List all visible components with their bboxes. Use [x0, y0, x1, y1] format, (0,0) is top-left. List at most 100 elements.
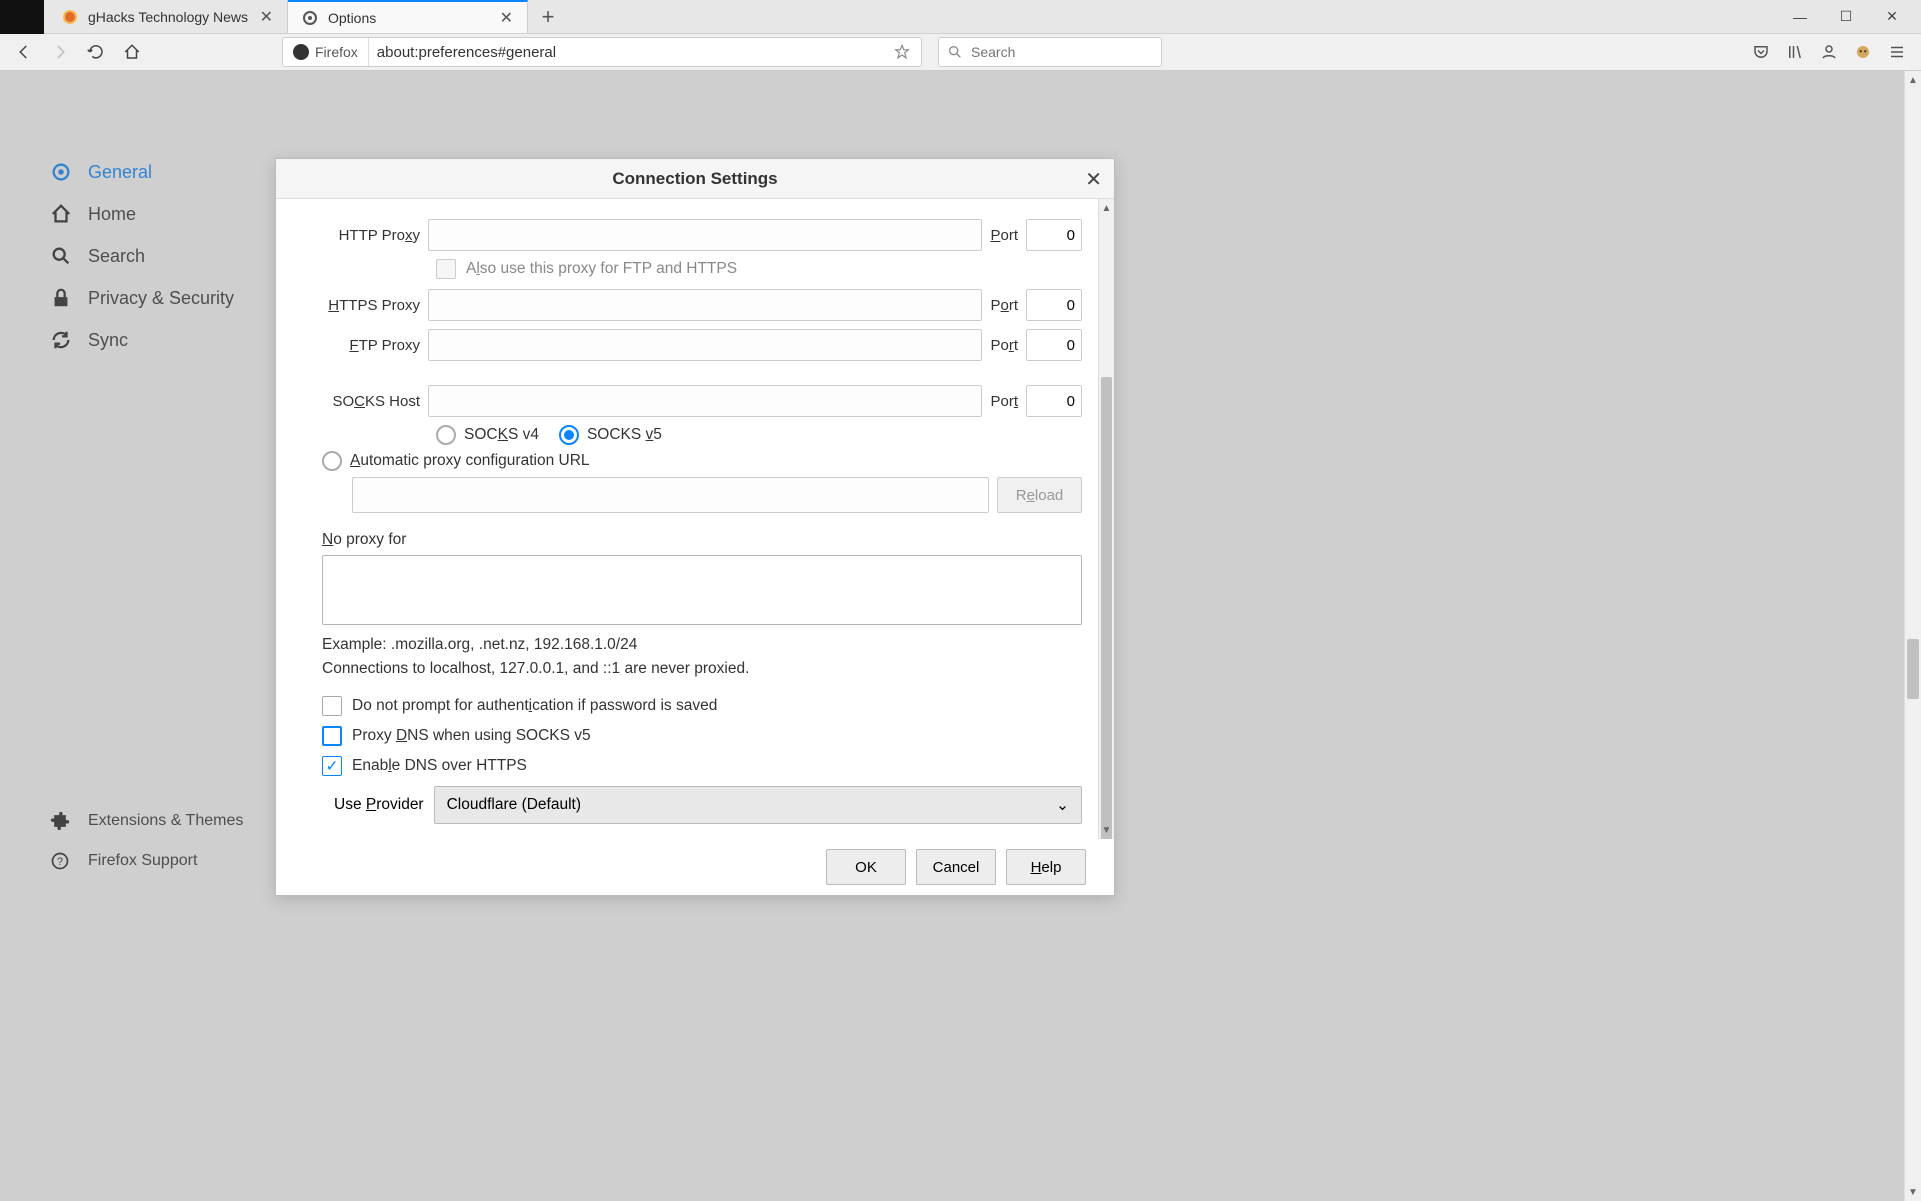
new-tab-button[interactable]: +	[528, 0, 568, 33]
pocket-icon	[1752, 43, 1770, 61]
ok-button[interactable]: OK	[826, 849, 906, 885]
tab-close-icon[interactable]: ✕	[260, 7, 273, 27]
scroll-down-arrow-icon[interactable]: ▼	[1905, 1183, 1921, 1201]
pocket-button[interactable]	[1745, 36, 1777, 68]
no-prompt-auth-checkbox[interactable]	[322, 696, 342, 716]
favicon-icon	[62, 9, 78, 25]
tab-strip-leading-box	[0, 0, 44, 34]
auto-proxy-config-row: Automatic proxy configuration URL	[322, 451, 1082, 471]
search-bar[interactable]	[938, 37, 1162, 67]
help-button[interactable]: Help	[1006, 849, 1086, 885]
extension-button[interactable]	[1847, 36, 1879, 68]
ftp-port-input[interactable]	[1026, 329, 1082, 361]
socks-port-input[interactable]	[1026, 385, 1082, 417]
gear-icon	[302, 10, 318, 26]
account-icon	[1820, 43, 1838, 61]
also-use-proxy-checkbox-row: Also use this proxy for FTP and HTTPS	[436, 259, 1082, 279]
ftp-proxy-row: FTP Proxy Port	[304, 329, 1082, 361]
forward-button[interactable]	[44, 36, 76, 68]
minimize-button[interactable]: —	[1777, 0, 1823, 34]
http-port-label: Port	[982, 227, 1026, 244]
https-port-label: Port	[982, 297, 1026, 314]
scroll-up-arrow-icon[interactable]: ▲	[1905, 71, 1921, 89]
enable-doh-checkbox[interactable]: ✓	[322, 756, 342, 776]
home-icon	[123, 43, 141, 61]
tab-close-icon[interactable]: ✕	[500, 8, 513, 28]
firefox-logo-icon	[293, 44, 309, 60]
socks-host-label: SOCKS Host	[304, 393, 428, 410]
star-icon	[893, 43, 911, 61]
auto-proxy-config-radio[interactable]	[322, 451, 342, 471]
ftp-proxy-input[interactable]	[428, 329, 982, 361]
url-bar[interactable]: Firefox	[282, 37, 922, 67]
enable-doh-row: ✓ Enable DNS over HTTPS	[322, 756, 1082, 776]
scroll-thumb[interactable]	[1101, 377, 1112, 839]
dialog-title: Connection Settings	[612, 169, 777, 189]
proxy-dns-checkbox[interactable]	[322, 726, 342, 746]
socks-v4-radio[interactable]	[436, 425, 456, 445]
auto-proxy-url-input[interactable]	[352, 477, 989, 513]
also-use-proxy-label: Also use this proxy for FTP and HTTPS	[466, 260, 737, 278]
dialog-footer: OK Cancel Help	[276, 839, 1114, 895]
reload-button[interactable]	[80, 36, 112, 68]
library-button[interactable]	[1779, 36, 1811, 68]
tab-ghacks[interactable]: gHacks Technology News ✕	[48, 0, 288, 33]
arrow-right-icon	[51, 43, 69, 61]
auto-proxy-config-label: Automatic proxy configuration URL	[350, 452, 590, 470]
monkey-icon	[1854, 43, 1872, 61]
no-proxy-label: No proxy for	[322, 531, 1082, 549]
page-scrollbar[interactable]: ▲ ▼	[1904, 71, 1921, 1201]
scroll-thumb[interactable]	[1907, 639, 1919, 699]
also-use-proxy-checkbox[interactable]	[436, 259, 456, 279]
provider-select[interactable]: Cloudflare (Default) ⌄	[434, 786, 1082, 824]
tab-options[interactable]: Options ✕	[288, 0, 528, 33]
bookmark-star-button[interactable]	[883, 43, 921, 61]
account-button[interactable]	[1813, 36, 1845, 68]
no-proxy-example: Example: .mozilla.org, .net.nz, 192.168.…	[322, 636, 1082, 654]
url-input[interactable]	[369, 44, 883, 61]
dialog-scrollbar[interactable]: ▲ ▼	[1098, 199, 1114, 839]
close-window-button[interactable]: ✕	[1869, 0, 1915, 34]
tab-bar: gHacks Technology News ✕ Options ✕ +	[0, 0, 1777, 33]
socks-port-label: Port	[982, 393, 1026, 410]
http-proxy-label: HTTP Proxy	[304, 227, 428, 244]
reload-proxy-button[interactable]: Reload	[997, 477, 1082, 513]
https-port-input[interactable]	[1026, 289, 1082, 321]
http-proxy-input[interactable]	[428, 219, 982, 251]
https-proxy-label: HTTPS Proxy	[304, 297, 428, 314]
tab-title: gHacks Technology News	[88, 9, 252, 25]
proxy-dns-label: Proxy DNS when using SOCKS v5	[352, 727, 591, 745]
titlebar: gHacks Technology News ✕ Options ✕ + — ☐…	[0, 0, 1921, 34]
auto-proxy-url-row: Reload	[352, 477, 1082, 513]
no-proxy-localhost-note: Connections to localhost, 127.0.0.1, and…	[322, 660, 1082, 678]
search-input[interactable]	[971, 44, 1153, 60]
app-menu-button[interactable]	[1881, 36, 1913, 68]
nav-toolbar: Firefox	[0, 34, 1921, 71]
socks-host-input[interactable]	[428, 385, 982, 417]
ftp-port-label: Port	[982, 337, 1026, 354]
tab-title: Options	[328, 10, 492, 26]
proxy-dns-row: Proxy DNS when using SOCKS v5	[322, 726, 1082, 746]
dialog-header: Connection Settings ✕	[276, 159, 1114, 199]
chevron-down-icon: ⌄	[1056, 796, 1069, 815]
socks-v5-label: SOCKS v5	[587, 426, 662, 444]
https-proxy-input[interactable]	[428, 289, 982, 321]
scroll-up-arrow-icon[interactable]: ▲	[1099, 199, 1114, 217]
hamburger-icon	[1888, 43, 1906, 61]
dialog-close-button[interactable]: ✕	[1085, 167, 1102, 192]
scroll-down-arrow-icon[interactable]: ▼	[1099, 821, 1114, 839]
identity-box[interactable]: Firefox	[283, 38, 369, 66]
use-provider-label: Use Provider	[334, 796, 424, 814]
no-prompt-auth-label: Do not prompt for authentication if pass…	[352, 697, 717, 715]
library-icon	[1786, 43, 1804, 61]
ftp-proxy-label: FTP Proxy	[304, 337, 428, 354]
back-button[interactable]	[8, 36, 40, 68]
socks-host-row: SOCKS Host Port	[304, 385, 1082, 417]
http-port-input[interactable]	[1026, 219, 1082, 251]
provider-row: Use Provider Cloudflare (Default) ⌄	[334, 786, 1082, 824]
maximize-button[interactable]: ☐	[1823, 0, 1869, 34]
no-proxy-textarea[interactable]	[322, 555, 1082, 625]
cancel-button[interactable]: Cancel	[916, 849, 996, 885]
socks-v5-radio[interactable]	[559, 425, 579, 445]
home-button[interactable]	[116, 36, 148, 68]
